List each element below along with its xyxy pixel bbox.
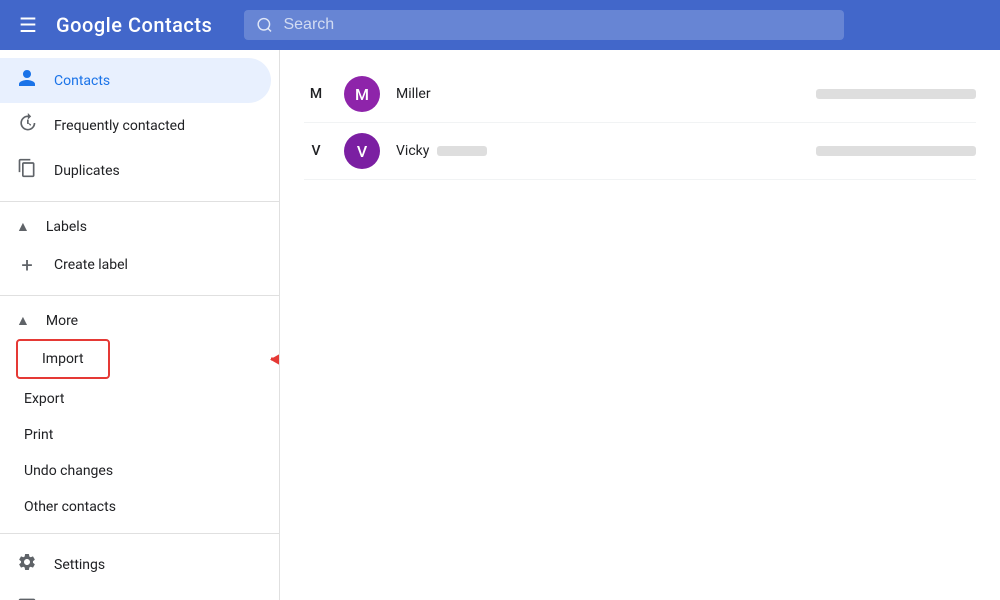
header: ☰ Google Contacts [0,0,1000,50]
main-layout: Contacts Frequently contacted Duplicates… [0,50,1000,600]
sidebar-item-feedback[interactable]: Send feedback [0,587,271,600]
contact-letter-v: V [304,143,328,159]
name-blurred [437,146,487,156]
sidebar-item-frequently-contacted[interactable]: Frequently contacted [0,103,271,148]
create-label-label: Create label [54,257,128,273]
table-row[interactable]: V V Vicky [304,123,976,180]
contact-name: Vicky [396,143,496,159]
print-label: Print [24,427,53,443]
contacts-label: Contacts [54,73,110,89]
sidebar: Contacts Frequently contacted Duplicates… [0,50,280,600]
menu-icon[interactable]: ☰ [16,13,40,37]
labels-section-header[interactable]: ▲ Labels [0,210,279,243]
content-area: M M Miller V V Vicky [280,50,1000,600]
plus-icon: + [16,253,38,277]
frequently-contacted-label: Frequently contacted [54,118,185,134]
search-icon [256,16,273,34]
sidebar-item-print[interactable]: Print [0,417,271,453]
settings-icon [16,552,38,577]
contact-info-blurred [816,89,976,99]
contact-letter-m: M [304,86,328,102]
avatar: M [344,76,380,112]
history-icon [16,113,38,138]
contact-info-blurred [816,146,976,156]
divider-2 [0,295,279,296]
sidebar-item-undo[interactable]: Undo changes [0,453,271,489]
sidebar-item-settings[interactable]: Settings [0,542,271,587]
person-icon [16,68,38,93]
sidebar-item-import[interactable]: Import [16,339,110,379]
undo-label: Undo changes [24,463,113,479]
sidebar-item-other-contacts[interactable]: Other contacts [0,489,271,525]
more-section-header[interactable]: ▲ More [0,304,279,337]
collapse-labels-icon: ▲ [16,218,30,235]
sidebar-item-export[interactable]: Export [0,381,271,417]
export-label: Export [24,391,64,407]
arrow-annotation [271,358,280,361]
import-label: Import [42,351,84,367]
labels-header-label: Labels [46,219,87,235]
app-title: Google Contacts [56,13,212,37]
search-input[interactable] [283,16,832,34]
other-contacts-label: Other contacts [24,499,116,515]
copy-icon [16,158,38,183]
duplicates-label: Duplicates [54,163,120,179]
avatar: V [344,133,380,169]
contact-name: Miller [396,86,496,102]
sidebar-item-contacts[interactable]: Contacts [0,58,271,103]
sidebar-item-duplicates[interactable]: Duplicates [0,148,271,193]
collapse-more-icon: ▲ [16,312,30,329]
more-header-label: More [46,313,78,329]
search-bar[interactable] [244,10,844,40]
settings-label: Settings [54,557,105,573]
divider-1 [0,201,279,202]
divider-3 [0,533,279,534]
table-row[interactable]: M M Miller [304,66,976,123]
sidebar-item-create-label[interactable]: + Create label [0,243,271,287]
